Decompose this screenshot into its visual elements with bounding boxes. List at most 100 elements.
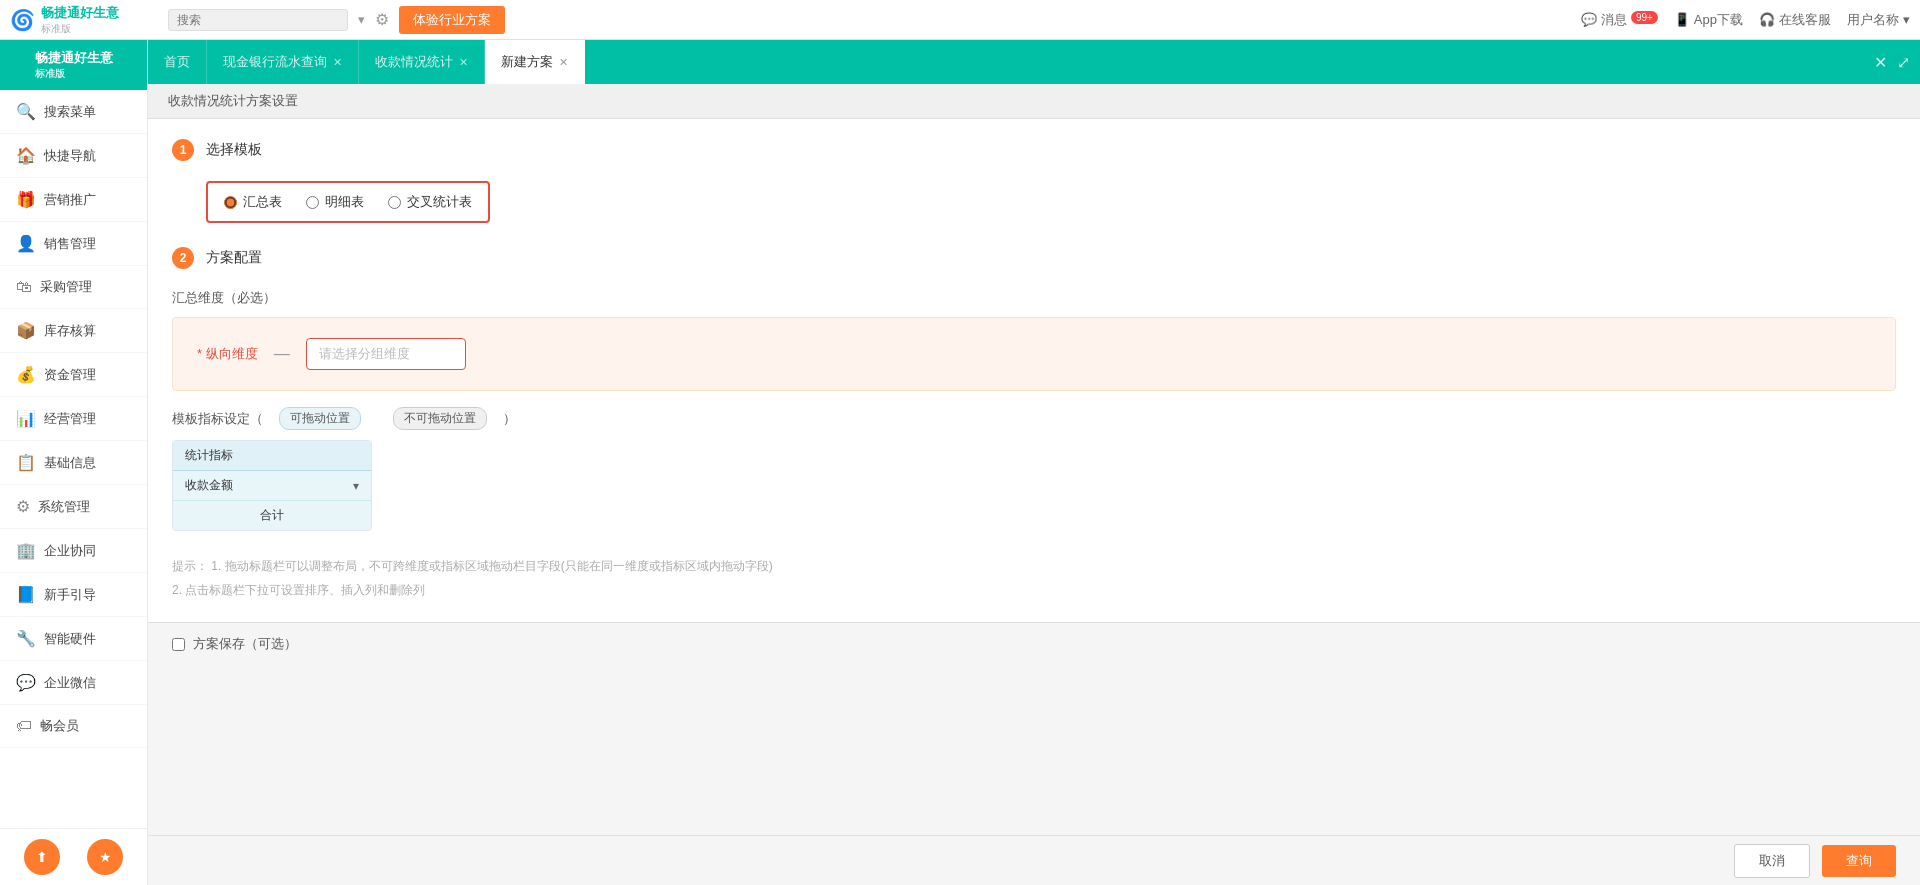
stats-chevron-icon[interactable]: ▾ — [353, 479, 359, 493]
sidebar-bottom: ⬆ ★ — [0, 828, 147, 885]
radio-detail-label: 明细表 — [325, 193, 364, 211]
step1-label: 选择模板 — [206, 141, 262, 159]
radio-detail-input[interactable] — [306, 196, 319, 209]
tab-receipts[interactable]: 收款情况统计 ✕ — [359, 40, 485, 84]
sidebar-label-inventory: 库存核算 — [44, 322, 96, 340]
search-input[interactable] — [168, 9, 348, 31]
sidebar-label-finance: 资金管理 — [44, 366, 96, 384]
radio-cross-input[interactable] — [388, 196, 401, 209]
non-drag-legend: 不可拖动位置 — [393, 407, 487, 430]
sidebar-btn-2[interactable]: ★ — [87, 839, 123, 875]
tab-new-plan-close[interactable]: ✕ — [559, 56, 568, 69]
inventory-icon: 📦 — [16, 321, 36, 340]
radio-summary[interactable]: 汇总表 — [224, 193, 282, 211]
tab-cashflow-label: 现金银行流水查询 — [223, 53, 327, 71]
user-chevron-icon: ▾ — [1903, 12, 1910, 27]
tab-bar-right: ✕ ⤢ — [1874, 53, 1920, 72]
sidebar-item-basics[interactable]: 📋 基础信息 — [0, 441, 147, 485]
non-draggable-pill: 不可拖动位置 — [393, 407, 487, 430]
stats-total: 合计 — [173, 501, 371, 530]
tips-section: 提示： 1. 拖动标题栏可以调整布局，不可跨维度或指标区域拖动栏目字段(只能在同… — [172, 554, 1896, 602]
sidebar-item-system[interactable]: ⚙ 系统管理 — [0, 485, 147, 529]
notification-btn[interactable]: 💬 消息 99+ — [1581, 11, 1658, 29]
tab-home-label: 首页 — [164, 53, 190, 71]
query-button[interactable]: 查询 — [1822, 845, 1896, 877]
sidebar-label-member: 畅会员 — [40, 717, 79, 735]
tab-maximize-icon[interactable]: ⤢ — [1897, 53, 1910, 72]
sidebar-item-inventory[interactable]: 📦 库存核算 — [0, 309, 147, 353]
download-label: App下载 — [1694, 11, 1743, 29]
operations-icon: 📊 — [16, 409, 36, 428]
top-bar-right: 💬 消息 99+ 📱 App下载 🎧 在线客服 用户名称 ▾ — [1581, 11, 1910, 29]
drag-legend: 可拖动位置 — [279, 407, 361, 430]
tip-1: 提示： 1. 拖动标题栏可以调整布局，不可跨维度或指标区域拖动栏目字段(只能在同… — [172, 554, 1896, 578]
sidebar-item-purchase[interactable]: 🛍 采购管理 — [0, 266, 147, 309]
sidebar-item-marketing[interactable]: 🎁 营销推广 — [0, 178, 147, 222]
tab-receipts-label: 收款情况统计 — [375, 53, 453, 71]
sidebar-item-cooperation[interactable]: 🏢 企业协同 — [0, 529, 147, 573]
sidebar-label-basics: 基础信息 — [44, 454, 96, 472]
logo-text: 畅捷通好生意 — [41, 4, 119, 22]
sidebar-item-wechat[interactable]: 💬 企业微信 — [0, 661, 147, 705]
wechat-icon: 💬 — [16, 673, 36, 692]
sidebar-item-operations[interactable]: 📊 经营管理 — [0, 397, 147, 441]
metrics-setting-label: 模板指标设定（ — [172, 410, 263, 428]
dropdown-icon[interactable]: ▾ — [358, 12, 365, 27]
sidebar-item-guide[interactable]: 📘 新手引导 — [0, 573, 147, 617]
tip-2: 2. 点击标题栏下拉可设置排序、插入列和删除列 — [172, 578, 1896, 602]
logo: 🌀 畅捷通好生意 标准版 — [10, 4, 158, 36]
sidebar-item-member[interactable]: 🏷 畅会员 — [0, 705, 147, 748]
settings-icon[interactable]: ⚙ — [375, 10, 389, 29]
sidebar-btn-1[interactable]: ⬆ — [24, 839, 60, 875]
industry-btn[interactable]: 体验行业方案 — [399, 6, 505, 34]
sidebar-label-guide: 新手引导 — [44, 586, 96, 604]
save-checkbox[interactable] — [172, 638, 185, 651]
sidebar-item-sales[interactable]: 👤 销售管理 — [0, 222, 147, 266]
footer-bar: 取消 查询 — [148, 835, 1920, 885]
radio-summary-label: 汇总表 — [243, 193, 282, 211]
tab-receipts-close[interactable]: ✕ — [459, 56, 468, 69]
dimension-select[interactable]: 请选择分组维度 — [306, 338, 466, 370]
metrics-label-row: 模板指标设定（ 可拖动位置 不可拖动位置 — [172, 407, 1896, 430]
sidebar-label-wechat: 企业微信 — [44, 674, 96, 692]
sidebar-item-finance[interactable]: 💰 资金管理 — [0, 353, 147, 397]
sidebar-item-hardware[interactable]: 🔧 智能硬件 — [0, 617, 147, 661]
tab-cashflow-close[interactable]: ✕ — [333, 56, 342, 69]
form-section: 1 选择模板 汇总表 明细表 交叉统计表 — [148, 119, 1920, 622]
radio-summary-input[interactable] — [224, 196, 237, 209]
sidebar-label-system: 系统管理 — [38, 498, 90, 516]
cancel-button[interactable]: 取消 — [1734, 844, 1810, 878]
step2-number: 2 — [172, 247, 194, 269]
guide-icon: 📘 — [16, 585, 36, 604]
tab-close-all-icon[interactable]: ✕ — [1874, 53, 1887, 72]
metrics-close: ） — [503, 410, 516, 428]
stats-row-item[interactable]: 收款金额 ▾ — [173, 471, 371, 501]
step1-number: 1 — [172, 139, 194, 161]
top-bar: 🌀 畅捷通好生意 标准版 ▾ ⚙ 体验行业方案 💬 消息 99+ 📱 App下载… — [0, 0, 1920, 40]
step1-block: 1 选择模板 — [172, 139, 1896, 161]
radio-detail[interactable]: 明细表 — [306, 193, 364, 211]
notification-label: 消息 — [1601, 11, 1627, 29]
page-content: 收款情况统计方案设置 1 选择模板 汇总表 明细表 — [148, 84, 1920, 835]
sidebar-label-operations: 经营管理 — [44, 410, 96, 428]
service-btn[interactable]: 🎧 在线客服 — [1759, 11, 1831, 29]
dimension-area: * 纵向维度 — 请选择分组维度 — [172, 317, 1896, 391]
metrics-setting: 模板指标设定（ 可拖动位置 不可拖动位置 — [172, 407, 1896, 534]
sidebar-label-search: 搜索菜单 — [44, 103, 96, 121]
user-menu[interactable]: 用户名称 ▾ — [1847, 11, 1910, 29]
sidebar-item-search-menu[interactable]: 🔍 搜索菜单 — [0, 90, 147, 134]
search-menu-icon: 🔍 — [16, 102, 36, 121]
download-icon: 📱 — [1674, 12, 1690, 27]
sidebar-label-hardware: 智能硬件 — [44, 630, 96, 648]
tab-home[interactable]: 首页 — [148, 40, 207, 84]
tab-cashflow[interactable]: 现金银行流水查询 ✕ — [207, 40, 359, 84]
sidebar-label-purchase: 采购管理 — [40, 278, 92, 296]
radio-cross[interactable]: 交叉统计表 — [388, 193, 472, 211]
system-icon: ⚙ — [16, 497, 30, 516]
draggable-pill: 可拖动位置 — [279, 407, 361, 430]
logo-sub: 标准版 — [41, 22, 119, 36]
sidebar-item-quick-nav[interactable]: 🏠 快捷导航 — [0, 134, 147, 178]
download-btn[interactable]: 📱 App下载 — [1674, 11, 1743, 29]
save-label[interactable]: 方案保存（可选） — [193, 635, 297, 653]
tab-new-plan[interactable]: 新建方案 ✕ — [485, 40, 585, 84]
